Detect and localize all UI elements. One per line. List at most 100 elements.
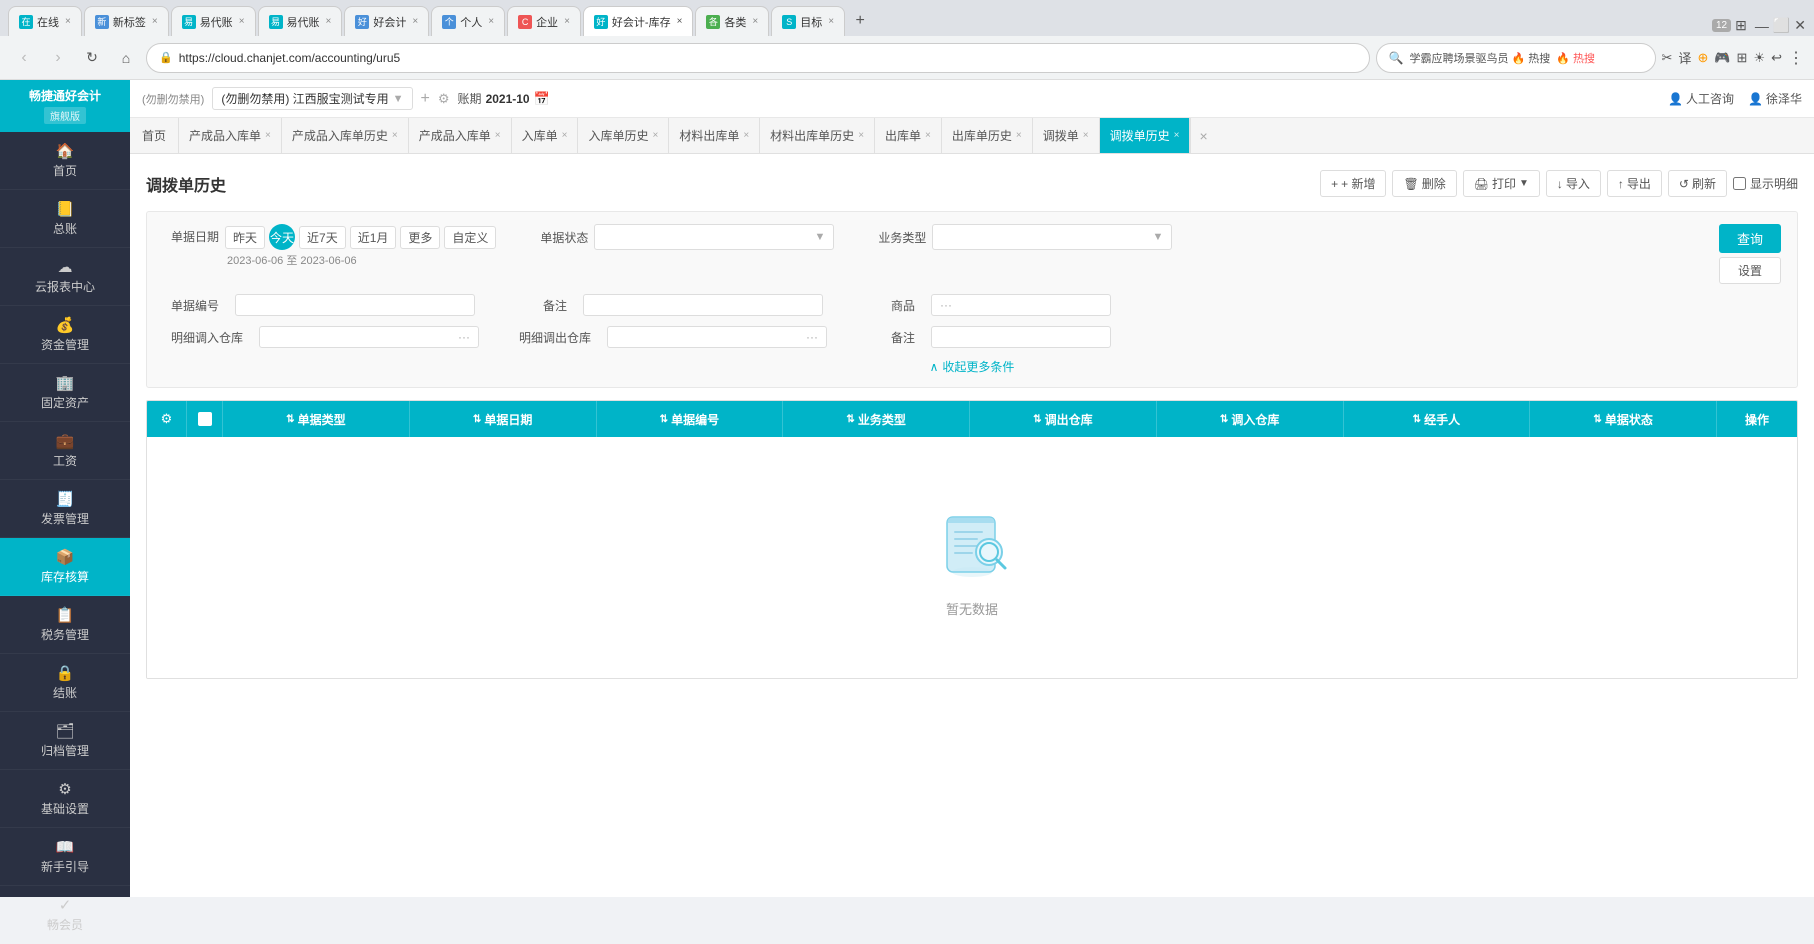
week7-btn[interactable]: 近7天 bbox=[299, 226, 346, 249]
browser-tab[interactable]: 各 各类 × bbox=[695, 6, 769, 36]
reload-btn[interactable]: ↻ bbox=[78, 44, 106, 72]
page-tab-inbound[interactable]: 入库单 × bbox=[512, 118, 579, 154]
tab-manage-icon[interactable]: ⊞ bbox=[1735, 17, 1747, 34]
display-detail-toggle[interactable]: 显示明细 bbox=[1733, 175, 1798, 192]
browser-search-bar[interactable]: 🔍 学霸应聘场景驱鸟员 🔥 热搜 🔥 热搜 bbox=[1376, 43, 1656, 73]
sidebar-item-cloud-report[interactable]: ☁ 云报表中心 bbox=[0, 248, 130, 306]
page-tab-material-out[interactable]: 材料出库单 × bbox=[669, 118, 760, 154]
browser-tab-active[interactable]: 好 好会计-库存 × bbox=[583, 6, 694, 36]
extension-icon1[interactable]: ⊕ bbox=[1697, 50, 1708, 66]
company-selector[interactable]: (勿删勿禁用) 江西服宝测试专用 ▼ bbox=[212, 87, 412, 110]
col-gear[interactable]: ⚙ bbox=[147, 401, 187, 437]
tab-close-icon[interactable]: × bbox=[562, 130, 568, 141]
grid-icon[interactable]: ⊞ bbox=[1737, 50, 1748, 66]
sidebar-item-settings[interactable]: ⚙ 基础设置 bbox=[0, 770, 130, 828]
browser-tab[interactable]: 在 在线 × bbox=[8, 6, 82, 36]
month1-btn[interactable]: 近1月 bbox=[350, 226, 397, 249]
doc-no-input[interactable] bbox=[235, 294, 475, 316]
tab-close-icon[interactable]: × bbox=[1083, 130, 1089, 141]
sun-icon[interactable]: ☀ bbox=[1753, 50, 1765, 66]
tab-close-icon[interactable]: × bbox=[858, 130, 864, 141]
col-doc-type[interactable]: ⇅ 单据类型 bbox=[223, 401, 410, 437]
export-btn[interactable]: ↑ 导出 bbox=[1607, 170, 1662, 197]
close-btn[interactable]: ✕ bbox=[1794, 17, 1806, 34]
yesterday-btn[interactable]: 昨天 bbox=[225, 226, 265, 249]
biz-type-select[interactable]: ▼ bbox=[932, 224, 1172, 250]
page-tab-inbound-hist[interactable]: 入库单历史 × bbox=[578, 118, 669, 154]
tab-close-icon[interactable]: × bbox=[495, 130, 501, 141]
status-select[interactable]: ▼ bbox=[594, 224, 834, 250]
detail-in-selector[interactable]: ··· bbox=[259, 326, 479, 348]
period-selector[interactable]: 账期 2021-10 📅 bbox=[458, 90, 550, 107]
query-btn[interactable]: 查询 bbox=[1719, 224, 1781, 253]
tab-close-icon[interactable]: × bbox=[925, 130, 931, 141]
scissors-icon[interactable]: ✂ bbox=[1662, 50, 1673, 66]
calendar-icon[interactable]: 📅 bbox=[534, 91, 550, 107]
sidebar-item-salary[interactable]: 💼 工资 bbox=[0, 422, 130, 480]
today-btn[interactable]: 今天 bbox=[269, 224, 295, 250]
page-tab-product-in-hist[interactable]: 产成品入库单历史 × bbox=[282, 118, 409, 154]
page-tab-product-in[interactable]: 产成品入库单 × bbox=[179, 118, 282, 154]
sidebar-item-fixed-assets[interactable]: 🏢 固定资产 bbox=[0, 364, 130, 422]
browser-tab[interactable]: 新 新标签 × bbox=[84, 6, 169, 36]
header-checkbox[interactable] bbox=[198, 412, 212, 426]
page-tab-material-out-hist[interactable]: 材料出库单历史 × bbox=[760, 118, 875, 154]
sidebar-item-invoice[interactable]: 🧾 发票管理 bbox=[0, 480, 130, 538]
home-nav-btn[interactable]: ⌂ bbox=[112, 44, 140, 72]
print-btn[interactable]: 🖨 打印 ▼ bbox=[1463, 170, 1540, 197]
more-icon[interactable]: ⋮ bbox=[1788, 48, 1804, 68]
user-btn[interactable]: 👤 徐泽华 bbox=[1748, 90, 1802, 107]
remark2-input[interactable] bbox=[931, 326, 1111, 348]
collapse-row[interactable]: ∧ 收起更多条件 bbox=[163, 356, 1781, 375]
tab-close-icon[interactable]: × bbox=[652, 130, 658, 141]
support-btn[interactable]: 👤 人工咨询 bbox=[1668, 90, 1734, 107]
undo-icon[interactable]: ↩ bbox=[1771, 50, 1782, 66]
sidebar-item-guide[interactable]: 📖 新手引导 bbox=[0, 828, 130, 886]
set-btn[interactable]: 设置 bbox=[1719, 257, 1781, 284]
col-checkbox[interactable] bbox=[187, 401, 223, 437]
translate-icon[interactable]: 译 bbox=[1678, 48, 1691, 67]
custom-date-btn[interactable]: 自定义 bbox=[444, 226, 496, 249]
col-out-warehouse[interactable]: ⇅ 调出仓库 bbox=[970, 401, 1157, 437]
col-biz-type[interactable]: ⇅ 业务类型 bbox=[783, 401, 970, 437]
sidebar-item-inventory[interactable]: 📦 库存核算 bbox=[0, 538, 130, 596]
tab-close-icon[interactable]: × bbox=[265, 130, 271, 141]
address-bar[interactable]: 🔒 https://cloud.chanjet.com/accounting/u… bbox=[146, 43, 1370, 73]
browser-tab[interactable]: S 目标 × bbox=[771, 6, 845, 36]
page-tab-transfer-hist-active[interactable]: 调拨单历史 × bbox=[1100, 118, 1191, 154]
import-btn[interactable]: ↓ 导入 bbox=[1546, 170, 1601, 197]
remark-input[interactable] bbox=[583, 294, 823, 316]
col-in-warehouse[interactable]: ⇅ 调入仓库 bbox=[1157, 401, 1344, 437]
page-tab-outbound[interactable]: 出库单 × bbox=[875, 118, 942, 154]
refresh-btn[interactable]: ↺ 刷新 bbox=[1668, 170, 1727, 197]
col-doc-no[interactable]: ⇅ 单据编号 bbox=[597, 401, 784, 437]
sidebar-item-home[interactable]: 🏠 首页 bbox=[0, 132, 130, 190]
new-tab-btn[interactable]: + bbox=[847, 8, 873, 34]
browser-tab[interactable]: 好 好会计 × bbox=[344, 6, 429, 36]
sidebar-logo[interactable]: 畅捷通好会计 旗舰版 bbox=[0, 80, 130, 132]
sidebar-item-fund[interactable]: 💰 资金管理 bbox=[0, 306, 130, 364]
page-tab-product-in2[interactable]: 产成品入库单 × bbox=[409, 118, 512, 154]
tab-close-icon[interactable]: × bbox=[1174, 130, 1180, 141]
more-date-btn[interactable]: 更多 bbox=[400, 226, 440, 249]
col-doc-date[interactable]: ⇅ 单据日期 bbox=[410, 401, 597, 437]
back-btn[interactable]: ‹ bbox=[10, 44, 38, 72]
new-btn[interactable]: + + 新增 bbox=[1320, 170, 1386, 197]
maximize-btn[interactable]: ⬜ bbox=[1773, 17, 1790, 34]
goods-selector[interactable]: ··· bbox=[931, 294, 1111, 316]
minimize-btn[interactable]: — bbox=[1755, 18, 1769, 34]
page-tab-outbound-hist[interactable]: 出库单历史 × bbox=[942, 118, 1033, 154]
extension-icon2[interactable]: 🎮 bbox=[1714, 50, 1730, 66]
add-company-btn[interactable]: + bbox=[421, 90, 430, 108]
tab-close-icon[interactable]: × bbox=[392, 130, 398, 141]
sidebar-item-member[interactable]: ✓ 畅会员 bbox=[0, 886, 130, 944]
display-detail-checkbox[interactable] bbox=[1733, 177, 1746, 190]
browser-tab[interactable]: 易 易代账 × bbox=[171, 6, 256, 36]
tab-close-icon[interactable]: × bbox=[1016, 130, 1022, 141]
sidebar-item-archive[interactable]: 🗂 归档管理 bbox=[0, 712, 130, 770]
sidebar-item-tax[interactable]: 📋 税务管理 bbox=[0, 596, 130, 654]
close-all-btn[interactable]: × bbox=[1190, 118, 1215, 154]
col-doc-status[interactable]: ⇅ 单据状态 bbox=[1530, 401, 1717, 437]
page-tab-transfer[interactable]: 调拨单 × bbox=[1033, 118, 1100, 154]
col-handler[interactable]: ⇅ 经手人 bbox=[1344, 401, 1531, 437]
